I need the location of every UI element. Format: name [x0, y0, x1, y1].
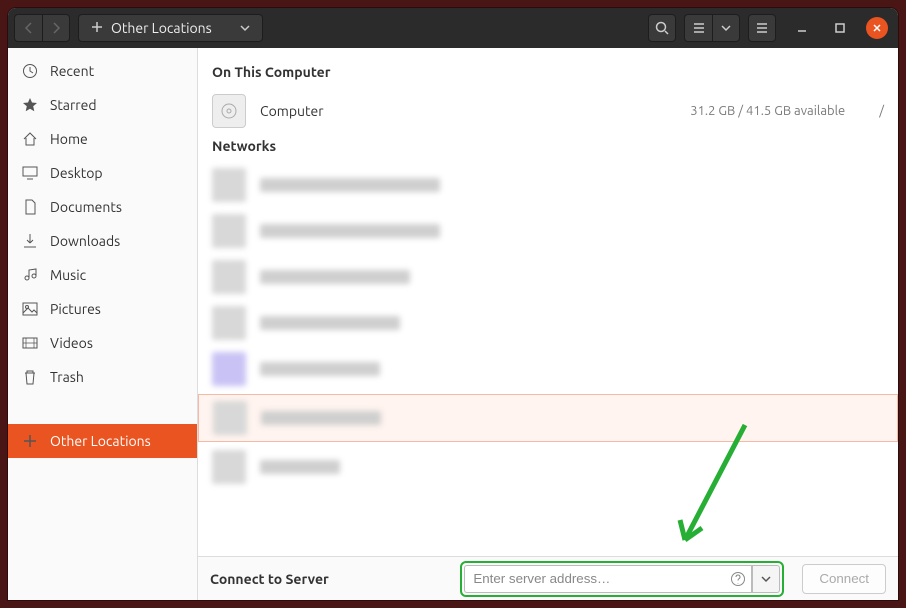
- sidebar-item-label: Videos: [50, 335, 93, 351]
- server-address-input[interactable]: [464, 565, 724, 593]
- sidebar-item-label: Starred: [50, 97, 97, 113]
- network-icon-redacted: [212, 352, 246, 386]
- plus-icon: [91, 20, 103, 36]
- network-label-redacted: [260, 178, 440, 192]
- nav-group: [14, 14, 70, 42]
- network-icon-redacted: [212, 168, 246, 202]
- close-icon: [872, 23, 882, 33]
- search-button[interactable]: [648, 14, 676, 42]
- connect-label: Connect to Server: [210, 571, 329, 587]
- network-label-redacted: [260, 224, 440, 238]
- back-button[interactable]: [14, 14, 42, 42]
- network-row[interactable]: [198, 444, 898, 490]
- music-icon: [22, 267, 38, 283]
- network-row-highlighted[interactable]: [198, 394, 898, 442]
- picture-icon: [22, 301, 38, 317]
- network-row[interactable]: [198, 208, 898, 254]
- hamburger-menu-button[interactable]: [748, 14, 776, 42]
- sidebar-item-label: Recent: [50, 63, 94, 79]
- drive-icon: [212, 94, 246, 128]
- connect-button[interactable]: Connect: [802, 564, 886, 594]
- home-icon: [22, 131, 38, 147]
- sidebar-item-label: Trash: [50, 369, 84, 385]
- list-view-button[interactable]: [684, 14, 712, 42]
- sidebar-item-videos[interactable]: Videos: [8, 326, 197, 360]
- star-icon: [22, 97, 38, 113]
- network-icon-redacted: [212, 214, 246, 248]
- sidebar: Recent Starred Home Desktop Documents Do…: [8, 48, 198, 600]
- trash-icon: [22, 369, 38, 385]
- hamburger-icon: [755, 21, 769, 35]
- computer-path: /: [879, 104, 884, 118]
- list-icon: [692, 21, 706, 35]
- network-icon-redacted: [212, 450, 246, 484]
- sidebar-item-documents[interactable]: Documents: [8, 190, 197, 224]
- download-icon: [22, 233, 38, 249]
- view-group: [684, 14, 740, 42]
- path-label: Other Locations: [111, 20, 212, 36]
- view-menu-button[interactable]: [712, 14, 740, 42]
- clock-icon: [22, 63, 38, 79]
- server-recent-dropdown[interactable]: [752, 565, 780, 593]
- network-label-redacted: [261, 411, 381, 425]
- content: On This Computer Computer 31.2 GB / 41.5…: [198, 48, 898, 556]
- chevron-down-icon: [761, 574, 771, 584]
- chevron-down-icon: [240, 20, 250, 36]
- path-button[interactable]: Other Locations: [78, 14, 263, 42]
- chevron-down-icon: [721, 23, 731, 33]
- network-row[interactable]: [198, 300, 898, 346]
- sidebar-item-starred[interactable]: Starred: [8, 88, 197, 122]
- maximize-button[interactable]: [828, 16, 852, 40]
- forward-button[interactable]: [42, 14, 70, 42]
- sidebar-item-label: Music: [50, 267, 86, 283]
- sidebar-item-label: Documents: [50, 199, 122, 215]
- section-on-this-computer: On This Computer: [198, 60, 898, 88]
- computer-row[interactable]: Computer 31.2 GB / 41.5 GB available /: [198, 88, 898, 134]
- sidebar-item-other-locations[interactable]: Other Locations: [8, 424, 197, 458]
- search-icon: [655, 21, 669, 35]
- server-help-button[interactable]: [724, 565, 752, 593]
- network-label-redacted: [260, 316, 400, 330]
- sidebar-item-label: Pictures: [50, 301, 101, 317]
- sidebar-item-recent[interactable]: Recent: [8, 54, 197, 88]
- network-label-redacted: [260, 362, 380, 376]
- sidebar-item-trash[interactable]: Trash: [8, 360, 197, 394]
- computer-label: Computer: [260, 103, 324, 119]
- computer-meta: 31.2 GB / 41.5 GB available: [690, 104, 845, 118]
- network-row[interactable]: [198, 162, 898, 208]
- sidebar-item-home[interactable]: Home: [8, 122, 197, 156]
- document-icon: [22, 199, 38, 215]
- network-row[interactable]: [198, 346, 898, 392]
- sidebar-item-pictures[interactable]: Pictures: [8, 292, 197, 326]
- network-icon-redacted: [212, 306, 246, 340]
- sidebar-item-downloads[interactable]: Downloads: [8, 224, 197, 258]
- server-address-highlight: [460, 561, 784, 597]
- network-row[interactable]: [198, 254, 898, 300]
- sidebar-item-label: Home: [50, 131, 88, 147]
- close-button[interactable]: [866, 17, 888, 39]
- main-panel: On This Computer Computer 31.2 GB / 41.5…: [198, 48, 898, 600]
- network-label-redacted: [260, 460, 340, 474]
- connect-to-server-bar: Connect to Server Connect: [198, 556, 898, 600]
- titlebar: Other Locations: [8, 8, 898, 48]
- section-networks: Networks: [198, 134, 898, 162]
- network-icon-redacted: [213, 401, 247, 435]
- sidebar-item-desktop[interactable]: Desktop: [8, 156, 197, 190]
- sidebar-item-label: Desktop: [50, 165, 103, 181]
- sidebar-item-label: Other Locations: [50, 433, 151, 449]
- plus-icon: [22, 433, 38, 449]
- video-icon: [22, 335, 38, 351]
- sidebar-item-label: Downloads: [50, 233, 120, 249]
- desktop-icon: [22, 165, 38, 181]
- network-label-redacted: [260, 270, 410, 284]
- sidebar-item-music[interactable]: Music: [8, 258, 197, 292]
- network-icon-redacted: [212, 260, 246, 294]
- help-icon: [730, 571, 746, 587]
- minimize-button[interactable]: [790, 16, 814, 40]
